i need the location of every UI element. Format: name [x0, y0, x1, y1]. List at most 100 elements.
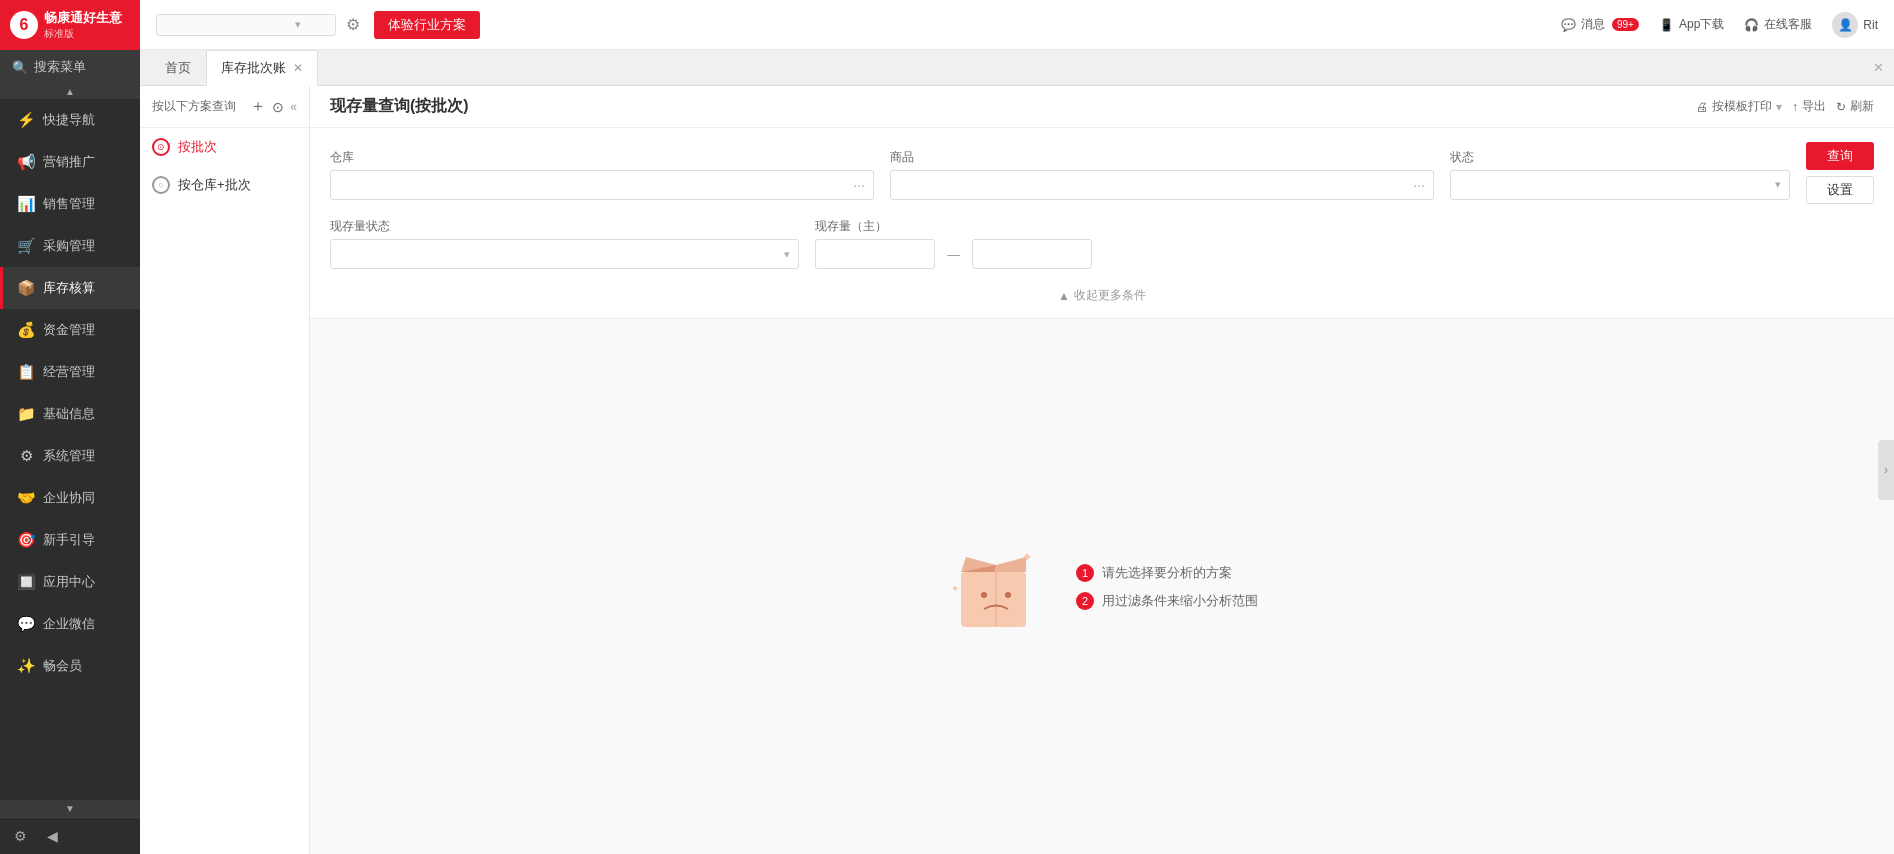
tab-close-all[interactable]: ✕: [1873, 60, 1884, 75]
sidebar-item-operation[interactable]: 📋 经营管理: [0, 351, 140, 393]
stock-status-filter-group: 现存量状态 ▾: [330, 218, 799, 269]
app-download-icon: 📱: [1659, 18, 1674, 32]
sidebar-item-quick-nav[interactable]: ⚡ 快捷导航: [0, 99, 140, 141]
close-panel-icon: ›: [1884, 463, 1888, 477]
user-avatar: 👤: [1832, 12, 1858, 38]
status-chevron-icon[interactable]: ▾: [1775, 178, 1781, 191]
wechat-icon: 💬: [17, 615, 35, 633]
tab-batch-account[interactable]: 库存批次账 ✕: [206, 50, 318, 86]
apps-icon: 🔲: [17, 573, 35, 591]
sidebar-item-wechat[interactable]: 💬 企业微信: [0, 603, 140, 645]
warehouse-filter-group: 仓库 ···: [330, 149, 874, 200]
main-area: ▾ ⚙ 体验行业方案 💬 消息 99+ 📱 App下载 🎧 在线客服 👤 Rit…: [140, 0, 1894, 854]
svg-text:✦: ✦: [951, 583, 959, 594]
stock-status-chevron-icon[interactable]: ▾: [784, 248, 790, 261]
sidebar-item-label: 系统管理: [43, 447, 95, 465]
topbar-user[interactable]: 👤 Rit: [1832, 12, 1878, 38]
sidebar-item-label: 应用中心: [43, 573, 95, 591]
warehouse-label: 仓库: [330, 149, 874, 166]
topbar-chevron-icon[interactable]: ▾: [295, 18, 301, 31]
empty-svg: ✦ ✦: [946, 537, 1046, 647]
close-right-panel-btn[interactable]: ›: [1878, 440, 1894, 500]
collapse-panel-icon[interactable]: «: [290, 100, 297, 114]
sidebar-item-apps[interactable]: 🔲 应用中心: [0, 561, 140, 603]
stock-status-input[interactable]: [339, 247, 784, 261]
page-title: 现存量查询(按批次): [330, 96, 469, 117]
sidebar-item-sales[interactable]: 📊 销售管理: [0, 183, 140, 225]
online-service-label: 在线客服: [1764, 16, 1812, 33]
tip-label-1: 请先选择要分析的方案: [1102, 564, 1232, 582]
warehouse-input[interactable]: [339, 178, 853, 192]
message-label: 消息: [1581, 16, 1605, 33]
operation-icon: 📋: [17, 363, 35, 381]
topbar-app-download[interactable]: 📱 App下载: [1659, 16, 1724, 33]
tabbar: 首页 库存批次账 ✕ ✕: [140, 50, 1894, 86]
search-icon: 🔍: [12, 60, 28, 75]
sidebar-item-inventory[interactable]: 📦 库存核算: [0, 267, 140, 309]
stock-status-input-wrap: ▾: [330, 239, 799, 269]
topbar-settings-icon[interactable]: ⚙: [346, 15, 360, 34]
filter-settings-button[interactable]: 设置: [1806, 176, 1874, 204]
sidebar-footer: ⚙ ◀: [0, 817, 140, 854]
warehouse-input-wrap: ···: [330, 170, 874, 200]
filter-row-2: 现存量状态 ▾ 现存量（主） —: [330, 218, 1874, 269]
tab-home[interactable]: 首页: [150, 50, 206, 86]
sidebar-item-label: 库存核算: [43, 279, 95, 297]
status-input[interactable]: [1459, 178, 1775, 192]
sidebar-item-marketing[interactable]: 📢 营销推广: [0, 141, 140, 183]
warehouse-more-icon[interactable]: ···: [853, 177, 865, 193]
sidebar-search-label: 搜索菜单: [34, 58, 86, 76]
tip-num-1: 1: [1076, 564, 1094, 582]
sidebar-item-newbie[interactable]: 🎯 新手引导: [0, 519, 140, 561]
refresh-button[interactable]: ↻ 刷新: [1836, 98, 1874, 115]
empty-content: ✦ ✦ 1 请先选择要分析的方案 2 用过滤条件来缩小分析范围: [946, 537, 1258, 637]
topbar-message[interactable]: 💬 消息 99+: [1561, 16, 1639, 33]
headset-icon: 🎧: [1744, 18, 1759, 32]
product-input[interactable]: [899, 178, 1413, 192]
add-scheme-icon[interactable]: ＋: [250, 96, 266, 117]
sidebar-item-system[interactable]: ⚙ 系统管理: [0, 435, 140, 477]
sidebar-item-basic[interactable]: 📁 基础信息: [0, 393, 140, 435]
inventory-icon: 📦: [17, 279, 35, 297]
print-template-button[interactable]: 🖨 按模板打印 ▾: [1696, 98, 1782, 115]
stock-qty-max-input[interactable]: [981, 247, 1131, 261]
app-download-label: App下载: [1679, 16, 1724, 33]
left-panel-title: 按以下方案查询: [152, 98, 236, 115]
scheme-by-batch[interactable]: ⊙ 按批次: [140, 128, 309, 166]
collapse-filter-row[interactable]: ▲ 收起更多条件: [330, 281, 1874, 310]
scheme-settings-icon[interactable]: ⊙: [272, 99, 284, 115]
newbie-icon: 🎯: [17, 531, 35, 549]
product-more-icon[interactable]: ···: [1413, 177, 1425, 193]
refresh-icon: ↻: [1836, 100, 1846, 114]
stock-qty-min-input[interactable]: [824, 247, 974, 261]
empty-tips: 1 请先选择要分析的方案 2 用过滤条件来缩小分析范围: [1076, 564, 1258, 610]
sidebar-item-label: 快捷导航: [43, 111, 95, 129]
empty-area: ✦ ✦ 1 请先选择要分析的方案 2 用过滤条件来缩小分析范围: [310, 319, 1894, 854]
message-icon: 💬: [1561, 18, 1576, 32]
sidebar-scroll-up[interactable]: ▲: [0, 84, 140, 99]
app-logo: 6: [10, 11, 38, 39]
left-panel-header: 按以下方案查询 ＋ ⊙ «: [140, 86, 309, 128]
sidebar-item-finance[interactable]: 💰 资金管理: [0, 309, 140, 351]
sidebar-search[interactable]: 🔍 搜索菜单: [0, 50, 140, 84]
sidebar-item-enterprise[interactable]: 🤝 企业协同: [0, 477, 140, 519]
scheme-by-warehouse-batch[interactable]: ○ 按仓库+批次: [140, 166, 309, 204]
trial-button[interactable]: 体验行业方案: [374, 11, 480, 39]
left-panel-actions: ＋ ⊙ «: [250, 96, 297, 117]
topbar-online-service[interactable]: 🎧 在线客服: [1744, 16, 1812, 33]
sidebar-item-label: 经营管理: [43, 363, 95, 381]
topbar-search-input[interactable]: [165, 18, 295, 32]
tab-close-icon[interactable]: ✕: [293, 61, 303, 75]
product-filter-group: 商品 ···: [890, 149, 1434, 200]
footer-settings-icon[interactable]: ⚙: [14, 828, 27, 844]
sidebar-item-label: 畅会员: [43, 657, 82, 675]
sidebar-item-member[interactable]: ✨ 畅会员: [0, 645, 140, 687]
page-header-actions: 🖨 按模板打印 ▾ ↑ 导出 ↻ 刷新: [1696, 98, 1874, 115]
sidebar-item-purchase[interactable]: 🛒 采购管理: [0, 225, 140, 267]
member-icon: ✨: [17, 657, 35, 675]
footer-collapse-icon[interactable]: ◀: [47, 828, 58, 844]
query-button[interactable]: 查询: [1806, 142, 1874, 170]
sidebar-scroll-down[interactable]: ▼: [0, 800, 140, 817]
system-icon: ⚙: [17, 447, 35, 465]
export-button[interactable]: ↑ 导出: [1792, 98, 1826, 115]
